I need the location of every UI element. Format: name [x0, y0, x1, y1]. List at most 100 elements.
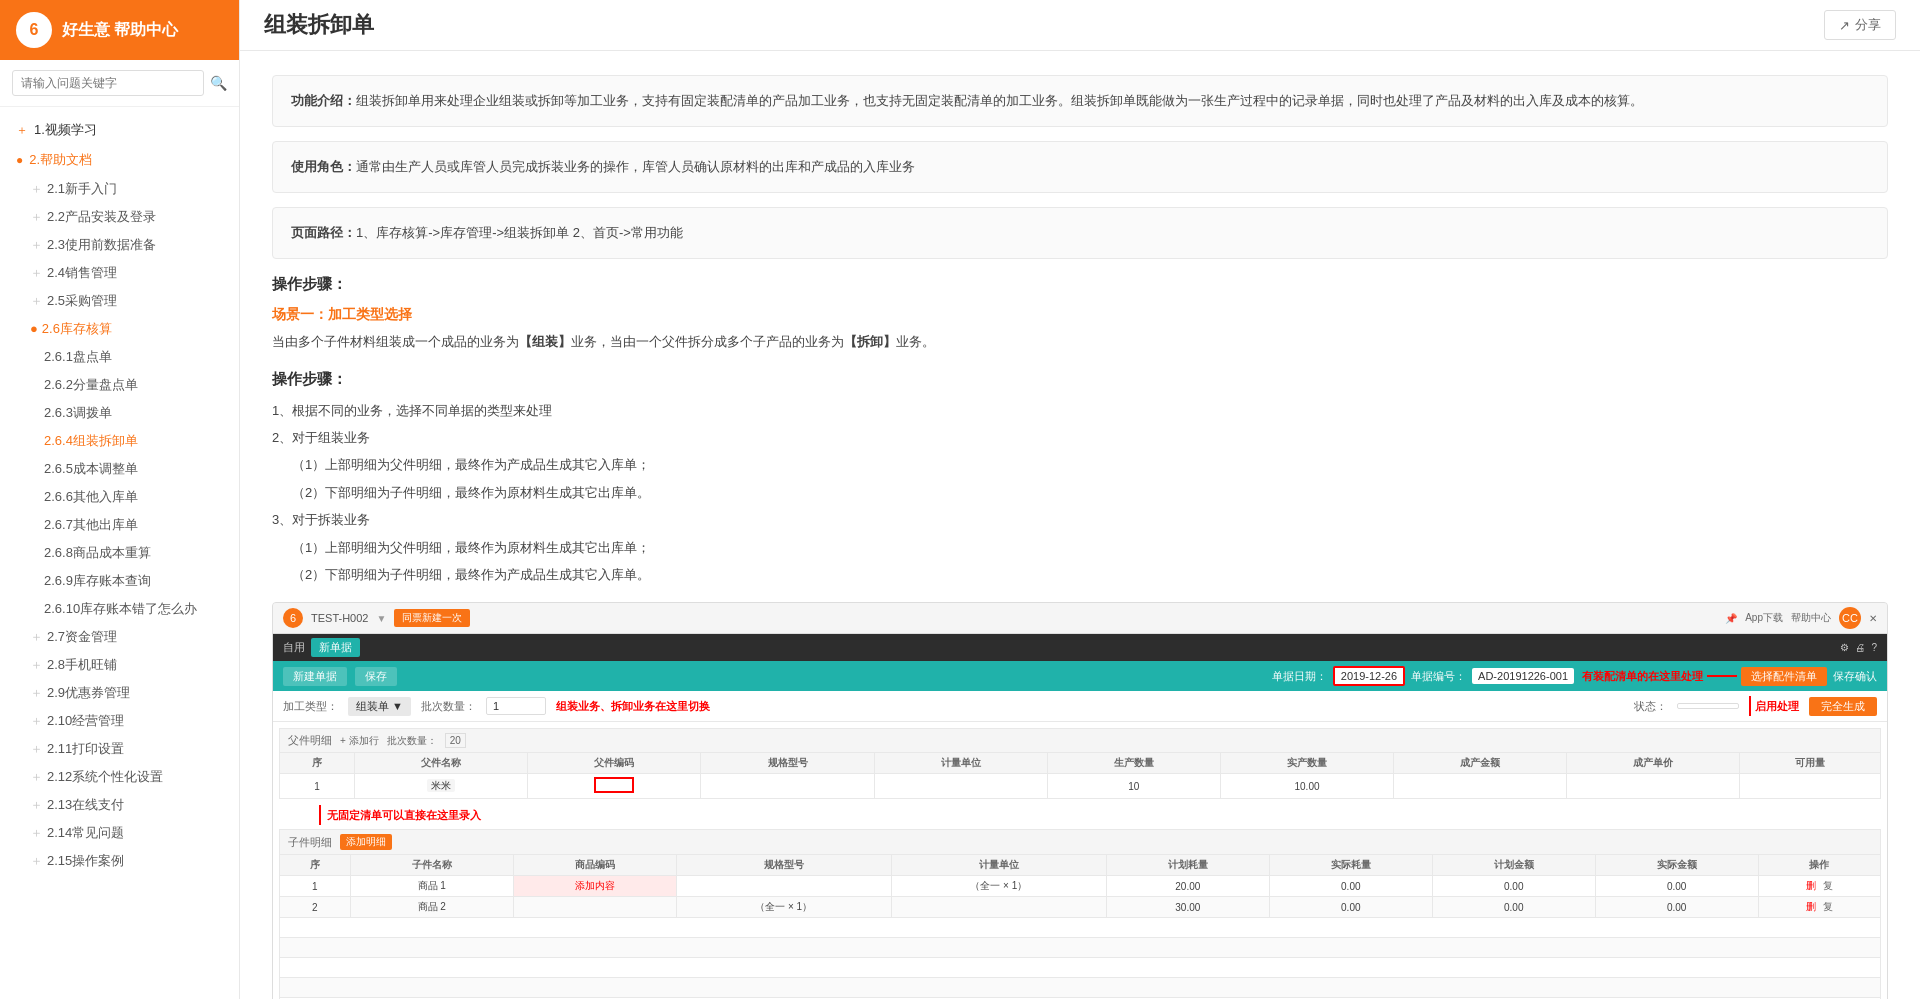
search-button[interactable]: 🔍	[210, 75, 227, 91]
sidebar-item-costrecalc[interactable]: 2.6.8商品成本重算	[0, 539, 239, 567]
share-button[interactable]: ↗ 分享	[1824, 10, 1896, 40]
sidebar-item-settings[interactable]: ＋2.12系统个性化设置	[0, 763, 239, 791]
lcol-seq: 序	[280, 855, 351, 876]
path-text: 1、库存核算->库存管理->组装拆卸单 2、首页->常用功能	[356, 225, 683, 240]
nav-item-newdoc: 新单据	[311, 638, 360, 657]
sidebar-item-inventory[interactable]: ●2.6库存核算	[0, 315, 239, 343]
col-unit: 计量单位	[874, 753, 1047, 774]
sidebar-item-stockledger[interactable]: 2.6.9库存账本查询	[0, 567, 239, 595]
btn-confirm[interactable]: 保存确认	[1833, 669, 1877, 684]
lower-table-empty-row	[280, 958, 1881, 978]
ops-title: 操作步骤：	[272, 275, 1888, 294]
step3: 3、对于拆装业务	[272, 508, 1888, 531]
sidebar-item-inbound[interactable]: 2.6.6其他入库单	[0, 483, 239, 511]
intro-text: 组装拆卸单用来处理企业组装或拆卸等加工业务，支持有固定装配清单的产品加工业务，也…	[356, 93, 1643, 108]
sidebar-item-cases[interactable]: ＋2.15操作案例	[0, 847, 239, 875]
nav-item-print: 🖨	[1855, 642, 1865, 653]
lower-table-title: 子件明细	[288, 835, 332, 850]
btn-confirm2[interactable]: 完全生成	[1809, 697, 1877, 716]
app-icon1: 📌	[1725, 613, 1737, 624]
sidebar-item-costadj[interactable]: 2.6.5成本调整单	[0, 455, 239, 483]
plus-icon: ＋	[30, 741, 43, 756]
del-row-btn2[interactable]: 删	[1806, 901, 1816, 912]
sidebar-item-partialstock[interactable]: 2.6.2分量盘点单	[0, 371, 239, 399]
role-label: 使用角色：	[291, 159, 356, 174]
search-box: 🔍	[0, 60, 239, 107]
sidebar-item-assembly[interactable]: 2.6.4组装拆卸单	[0, 427, 239, 455]
sidebar-item-faq[interactable]: ＋2.14常见问题	[0, 819, 239, 847]
form-qty-value: 1	[486, 697, 546, 715]
sidebar-header: 6 好生意 帮助中心	[0, 0, 239, 60]
btn-save[interactable]: 保存	[355, 667, 397, 686]
lcol-plan-amount: 计划金额	[1432, 855, 1595, 876]
add-row-btn[interactable]: + 添加行	[340, 734, 379, 748]
col-actual-qty: 实产数量	[1220, 753, 1393, 774]
sidebar-item-outbound[interactable]: 2.6.7其他出库单	[0, 511, 239, 539]
upper-table-qty-val: 20	[445, 733, 466, 748]
sidebar-item-newuser[interactable]: ＋2.1新手入门	[0, 175, 239, 203]
add-child-btn[interactable]: 添加明细	[340, 834, 392, 850]
sidebar-item-transfer[interactable]: 2.6.3调拨单	[0, 399, 239, 427]
copy-row-btn[interactable]: 复	[1823, 880, 1833, 891]
nav-item-settings: ⚙	[1840, 642, 1849, 653]
lcol-actual-qty: 实际耗量	[1269, 855, 1432, 876]
cell-avail	[1740, 774, 1881, 799]
lcol-spec: 规格型号	[676, 855, 891, 876]
col-parent-code: 父件编码	[528, 753, 701, 774]
path-label: 页面路径：	[291, 225, 356, 240]
sidebar: 6 好生意 帮助中心 🔍 ＋ 1.视频学习 ● 2.帮助文档 ＋2.1新手入门 …	[0, 0, 240, 999]
logo-text: 好生意 帮助中心	[62, 20, 178, 41]
plus-icon: ＋	[30, 209, 43, 224]
del-row-btn[interactable]: 删	[1806, 880, 1816, 891]
copy-row-btn2[interactable]: 复	[1823, 901, 1833, 912]
cell-unit	[874, 774, 1047, 799]
lcol-ops: 操作	[1758, 855, 1880, 876]
plus-icon: ＋	[30, 629, 43, 644]
intro-label: 功能介绍：	[291, 93, 356, 108]
search-input[interactable]	[12, 70, 204, 96]
close-icon: ✕	[1869, 613, 1877, 624]
sidebar-item-ops[interactable]: ＋2.10经营管理	[0, 707, 239, 735]
cell-prod-qty: 10	[1047, 774, 1220, 799]
sidebar-group-label: 1.视频学习	[34, 121, 97, 139]
app-subtitle: ▼	[376, 613, 386, 624]
sidebar-item-print[interactable]: ＋2.11打印设置	[0, 735, 239, 763]
lcol-item-code: 商品编码	[513, 855, 676, 876]
path-block: 页面路径：1、库存核算->库存管理->组装拆卸单 2、首页->常用功能	[272, 207, 1888, 259]
sidebar-item-video[interactable]: ＋ 1.视频学习	[0, 115, 239, 145]
sidebar-group-label: 2.帮助文档	[29, 151, 92, 169]
tables-area: 父件明细 + 添加行 批次数量： 20 序 父件名称 父件编码 规格型号	[273, 722, 1887, 999]
sidebar-item-helpdoc[interactable]: ● 2.帮助文档	[0, 145, 239, 175]
sidebar-item-dataprep[interactable]: ＋2.3使用前数据准备	[0, 231, 239, 259]
scene-title: 场景一：加工类型选择	[272, 306, 1888, 324]
lower-table-row: 2 商品 2 （全一 × 1） 30.00 0.00 0.00 0.00	[280, 897, 1881, 918]
btn-bom[interactable]: 选择配件清单	[1741, 667, 1827, 686]
step3-2: （2）下部明细为子件明细，最终作为产成品生成其它入库单。	[272, 563, 1888, 586]
col-available: 可用量	[1740, 753, 1881, 774]
btn-new[interactable]: 新建单据	[283, 667, 347, 686]
upper-table: 序 父件名称 父件编码 规格型号 计量单位 生产数量 实产数量 成产金额 成产单…	[279, 752, 1881, 799]
sidebar-item-mobile[interactable]: ＋2.8手机旺铺	[0, 651, 239, 679]
col-seq: 序	[280, 753, 355, 774]
sidebar-item-purchase[interactable]: ＋2.5采购管理	[0, 287, 239, 315]
form-type-value[interactable]: 组装单 ▼	[348, 697, 411, 716]
annot4-label: 启用处理	[1755, 699, 1799, 714]
col-parent-name: 父件名称	[355, 753, 528, 774]
step2-1: （1）上部明细为父件明细，最终作为产成品生成其它入库单；	[272, 453, 1888, 476]
app-apptrade: App下载	[1745, 611, 1783, 625]
intro-block: 功能介绍：组装拆卸单用来处理企业组装或拆卸等加工业务，支持有固定装配清单的产品加…	[272, 75, 1888, 127]
app-help: 帮助中心	[1791, 611, 1831, 625]
sidebar-item-stockerror[interactable]: 2.6.10库存账本错了怎么办	[0, 595, 239, 623]
plus-icon: ＋	[30, 825, 43, 840]
sidebar-item-install[interactable]: ＋2.2产品安装及登录	[0, 203, 239, 231]
minus-icon: ●	[30, 321, 38, 336]
sidebar-item-sales[interactable]: ＋2.4销售管理	[0, 259, 239, 287]
sidebar-item-coupon[interactable]: ＋2.9优惠券管理	[0, 679, 239, 707]
annot1-line	[1707, 675, 1737, 677]
col-spec: 规格型号	[701, 753, 874, 774]
plus-icon: ＋	[30, 685, 43, 700]
role-block: 使用角色：通常由生产人员或库管人员完成拆装业务的操作，库管人员确认原材料的出库和…	[272, 141, 1888, 193]
sidebar-item-finance[interactable]: ＋2.7资金管理	[0, 623, 239, 651]
sidebar-item-stocktake[interactable]: 2.6.1盘点单	[0, 343, 239, 371]
sidebar-item-payment[interactable]: ＋2.13在线支付	[0, 791, 239, 819]
